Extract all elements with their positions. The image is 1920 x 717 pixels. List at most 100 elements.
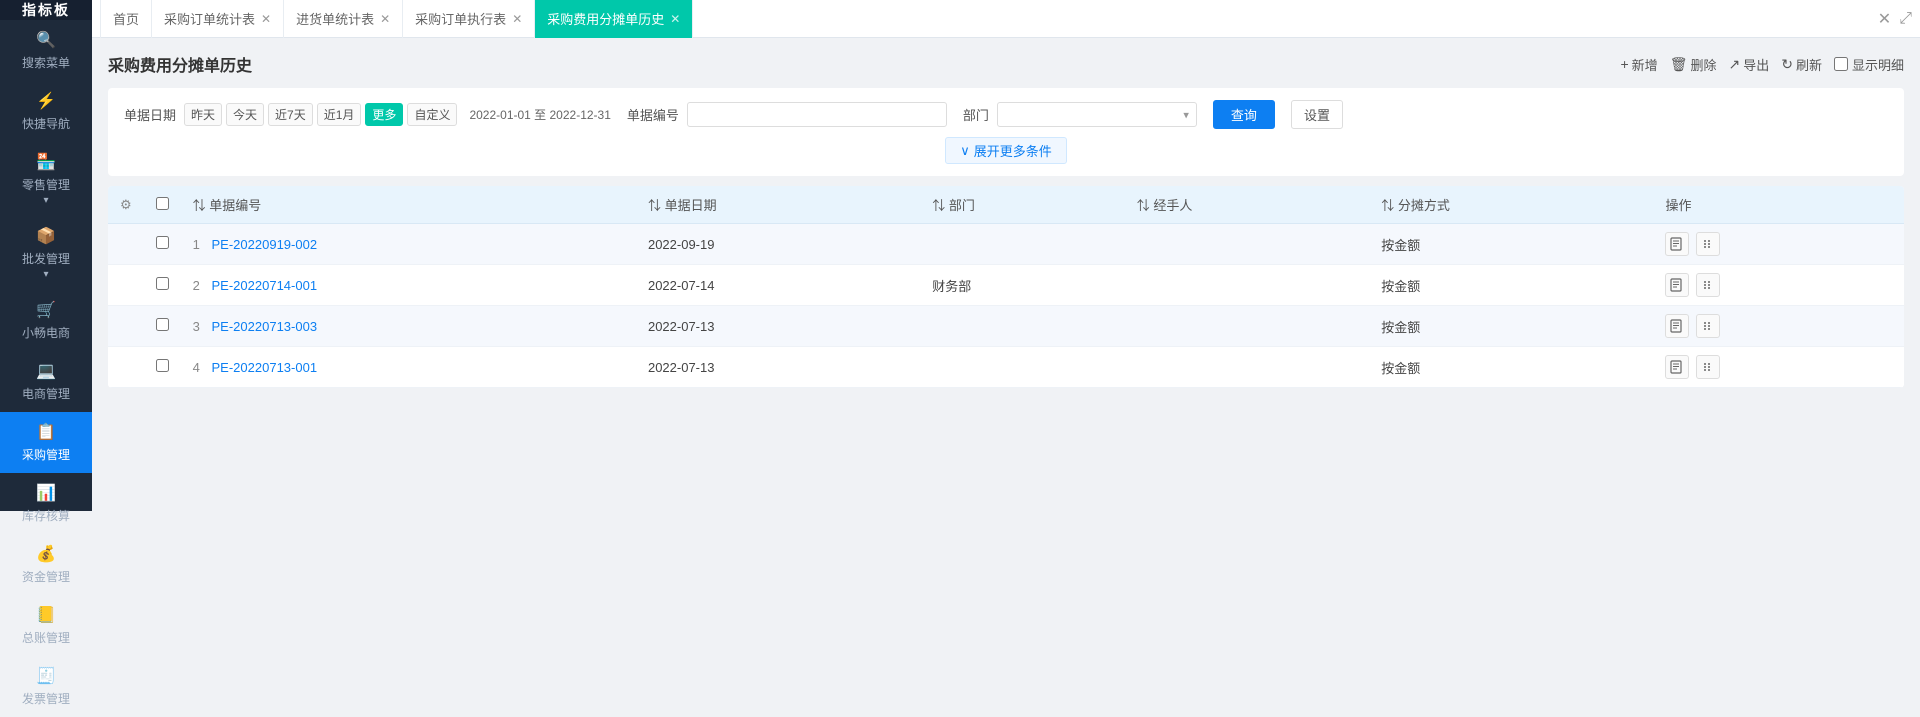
sidebar-item-micro-shop[interactable]: 🛒 小畅电商 [0,290,92,351]
row-number: 4 [193,360,200,375]
sidebar-item-finance[interactable]: 💰 资金管理 [0,534,92,595]
dept-select[interactable] [997,102,1197,127]
refresh-button[interactable]: ↻ 刷新 [1781,55,1822,74]
search-area: 单据日期 昨天 今天 近7天 近1月 更多 自定义 2022-01-01 至 2… [108,88,1904,176]
sort-icon: ⇅ [1137,198,1150,213]
row-checkbox-cell [144,224,181,265]
dept-field: 部门 [963,102,1197,127]
date-more[interactable]: 更多 [365,103,403,126]
doc-no-link[interactable]: PE-20220919-002 [212,237,318,252]
table-row: 1 PE-20220919-002 2022-09-19 按金额 [108,224,1904,265]
action-more-button[interactable] [1696,314,1720,338]
sidebar-item-label: 资金管理 [22,568,70,585]
col-actions: 操作 [1653,186,1904,224]
action-view-button[interactable] [1665,232,1689,256]
money-icon: 💰 [36,544,56,564]
chevron-down-icon: ▾ [43,195,48,206]
add-icon: + [1620,56,1628,72]
tab-close-icon[interactable]: ✕ [512,12,522,26]
settings-button[interactable]: 设置 [1291,100,1343,129]
date-label: 单据日期 [124,105,176,124]
toolbar: + 新增 🗑 删除 ↗ 导出 ↻ 刷新 显示明细 [1620,55,1904,74]
row-alloc-method-cell: 按金额 [1369,306,1653,347]
store-icon: 🏪 [36,152,56,172]
date-shortcuts: 昨天 今天 近7天 近1月 更多 自定义 [184,103,457,126]
page-header: 采购费用分摊单历史 + 新增 🗑 删除 ↗ 导出 ↻ 刷新 [108,52,1904,76]
date-custom[interactable]: 自定义 [407,103,457,126]
tab-close-icon[interactable]: ✕ [261,12,271,26]
display-cols-toggle[interactable]: 显示明细 [1834,55,1904,74]
tab-label: 采购订单统计表 [164,9,255,28]
sidebar-item-quick-nav[interactable]: ⚡ 快捷导航 [0,81,92,142]
data-table: ⚙ ⇅ 单据编号 ⇅ 单据日期 ⇅ [108,186,1904,388]
row-alloc-method-cell: 按金额 [1369,347,1653,388]
window-expand-icon[interactable]: ⤢ [1899,10,1912,28]
doc-no-link[interactable]: PE-20220713-001 [212,360,318,375]
row-settings-cell [108,265,144,306]
tab-purchase-fee-alloc[interactable]: 采购费用分摊单历史 ✕ [535,0,693,38]
query-button[interactable]: 查询 [1213,100,1275,129]
sidebar-item-ecommerce[interactable]: 💻 电商管理 [0,351,92,412]
sidebar-item-label: 搜索菜单 [22,54,70,71]
select-all-checkbox[interactable] [156,197,169,210]
table-row: 4 PE-20220713-001 2022-07-13 按金额 [108,347,1904,388]
action-view-button[interactable] [1665,355,1689,379]
sort-icon: ⇅ [1381,198,1394,213]
tab-inbound-stats[interactable]: 进货单统计表 ✕ [284,0,403,38]
sidebar-item-invoice[interactable]: 🧾 发票管理 [0,656,92,717]
date-1month[interactable]: 近1月 [317,103,362,126]
sort-icon: ⇅ [193,198,206,213]
delete-label: 删除 [1690,55,1716,74]
doc-no-link[interactable]: PE-20220714-001 [212,278,318,293]
tab-purchase-order-stats[interactable]: 采购订单统计表 ✕ [152,0,284,38]
date-7days[interactable]: 近7天 [268,103,313,126]
sidebar-item-label: 快捷导航 [22,115,70,132]
col-checkbox [144,186,181,224]
row-handler-cell [1125,224,1369,265]
sidebar-item-inventory[interactable]: 📊 库存核算 [0,473,92,534]
search-icon: 🔍 [36,30,56,50]
tab-home[interactable]: 首页 [100,0,152,38]
display-cols-checkbox[interactable] [1834,57,1848,71]
row-checkbox[interactable] [156,236,169,249]
sidebar-item-retail[interactable]: 🏪 零售管理 ▾ [0,142,92,216]
row-checkbox[interactable] [156,359,169,372]
row-checkbox[interactable] [156,277,169,290]
action-view-button[interactable] [1665,314,1689,338]
row-checkbox-cell [144,265,181,306]
action-more-button[interactable] [1696,273,1720,297]
doc-no-link[interactable]: PE-20220713-003 [212,319,318,334]
window-close-icon[interactable]: ✕ [1878,9,1891,29]
sidebar-item-label: 电商管理 [22,385,70,402]
export-label: 导出 [1743,55,1769,74]
sidebar-item-label: 总账管理 [22,629,70,646]
sidebar-item-search[interactable]: 🔍 搜索菜单 [0,20,92,81]
doc-no-input[interactable] [687,102,947,127]
export-button[interactable]: ↗ 导出 [1728,55,1769,74]
expand-conditions-button[interactable]: ∨ 展开更多条件 [945,137,1067,164]
delete-button[interactable]: 🗑 删除 [1670,55,1717,74]
sidebar-item-purchase[interactable]: 📋 采购管理 [0,412,92,473]
action-view-button[interactable] [1665,273,1689,297]
sidebar: 指标板 🔍 搜索菜单 ⚡ 快捷导航 🏪 零售管理 ▾ 📦 批发管理 ▾ 🛒 小畅… [0,0,92,511]
action-more-button[interactable] [1696,232,1720,256]
tab-bar: 首页 采购订单统计表 ✕ 进货单统计表 ✕ 采购订单执行表 ✕ 采购费用分摊单历… [92,0,1920,38]
export-icon: ↗ [1728,56,1740,73]
add-button[interactable]: + 新增 [1620,55,1657,74]
row-actions-cell [1653,265,1904,306]
page-title: 采购费用分摊单历史 [108,52,252,76]
tab-purchase-order-exec[interactable]: 采购订单执行表 ✕ [403,0,535,38]
row-checkbox[interactable] [156,318,169,331]
date-today[interactable]: 今天 [226,103,264,126]
col-settings[interactable]: ⚙ [108,186,144,224]
action-more-button[interactable] [1696,355,1720,379]
dept-select-wrapper [997,102,1197,127]
tab-home-label: 首页 [113,9,139,28]
sidebar-item-label: 库存核算 [22,507,70,524]
tab-close-icon[interactable]: ✕ [670,12,680,26]
date-yesterday[interactable]: 昨天 [184,103,222,126]
sidebar-item-wholesale[interactable]: 📦 批发管理 ▾ [0,216,92,290]
tab-close-icon[interactable]: ✕ [380,12,390,26]
row-number: 2 [193,278,200,293]
sidebar-item-ledger[interactable]: 📒 总账管理 [0,595,92,656]
